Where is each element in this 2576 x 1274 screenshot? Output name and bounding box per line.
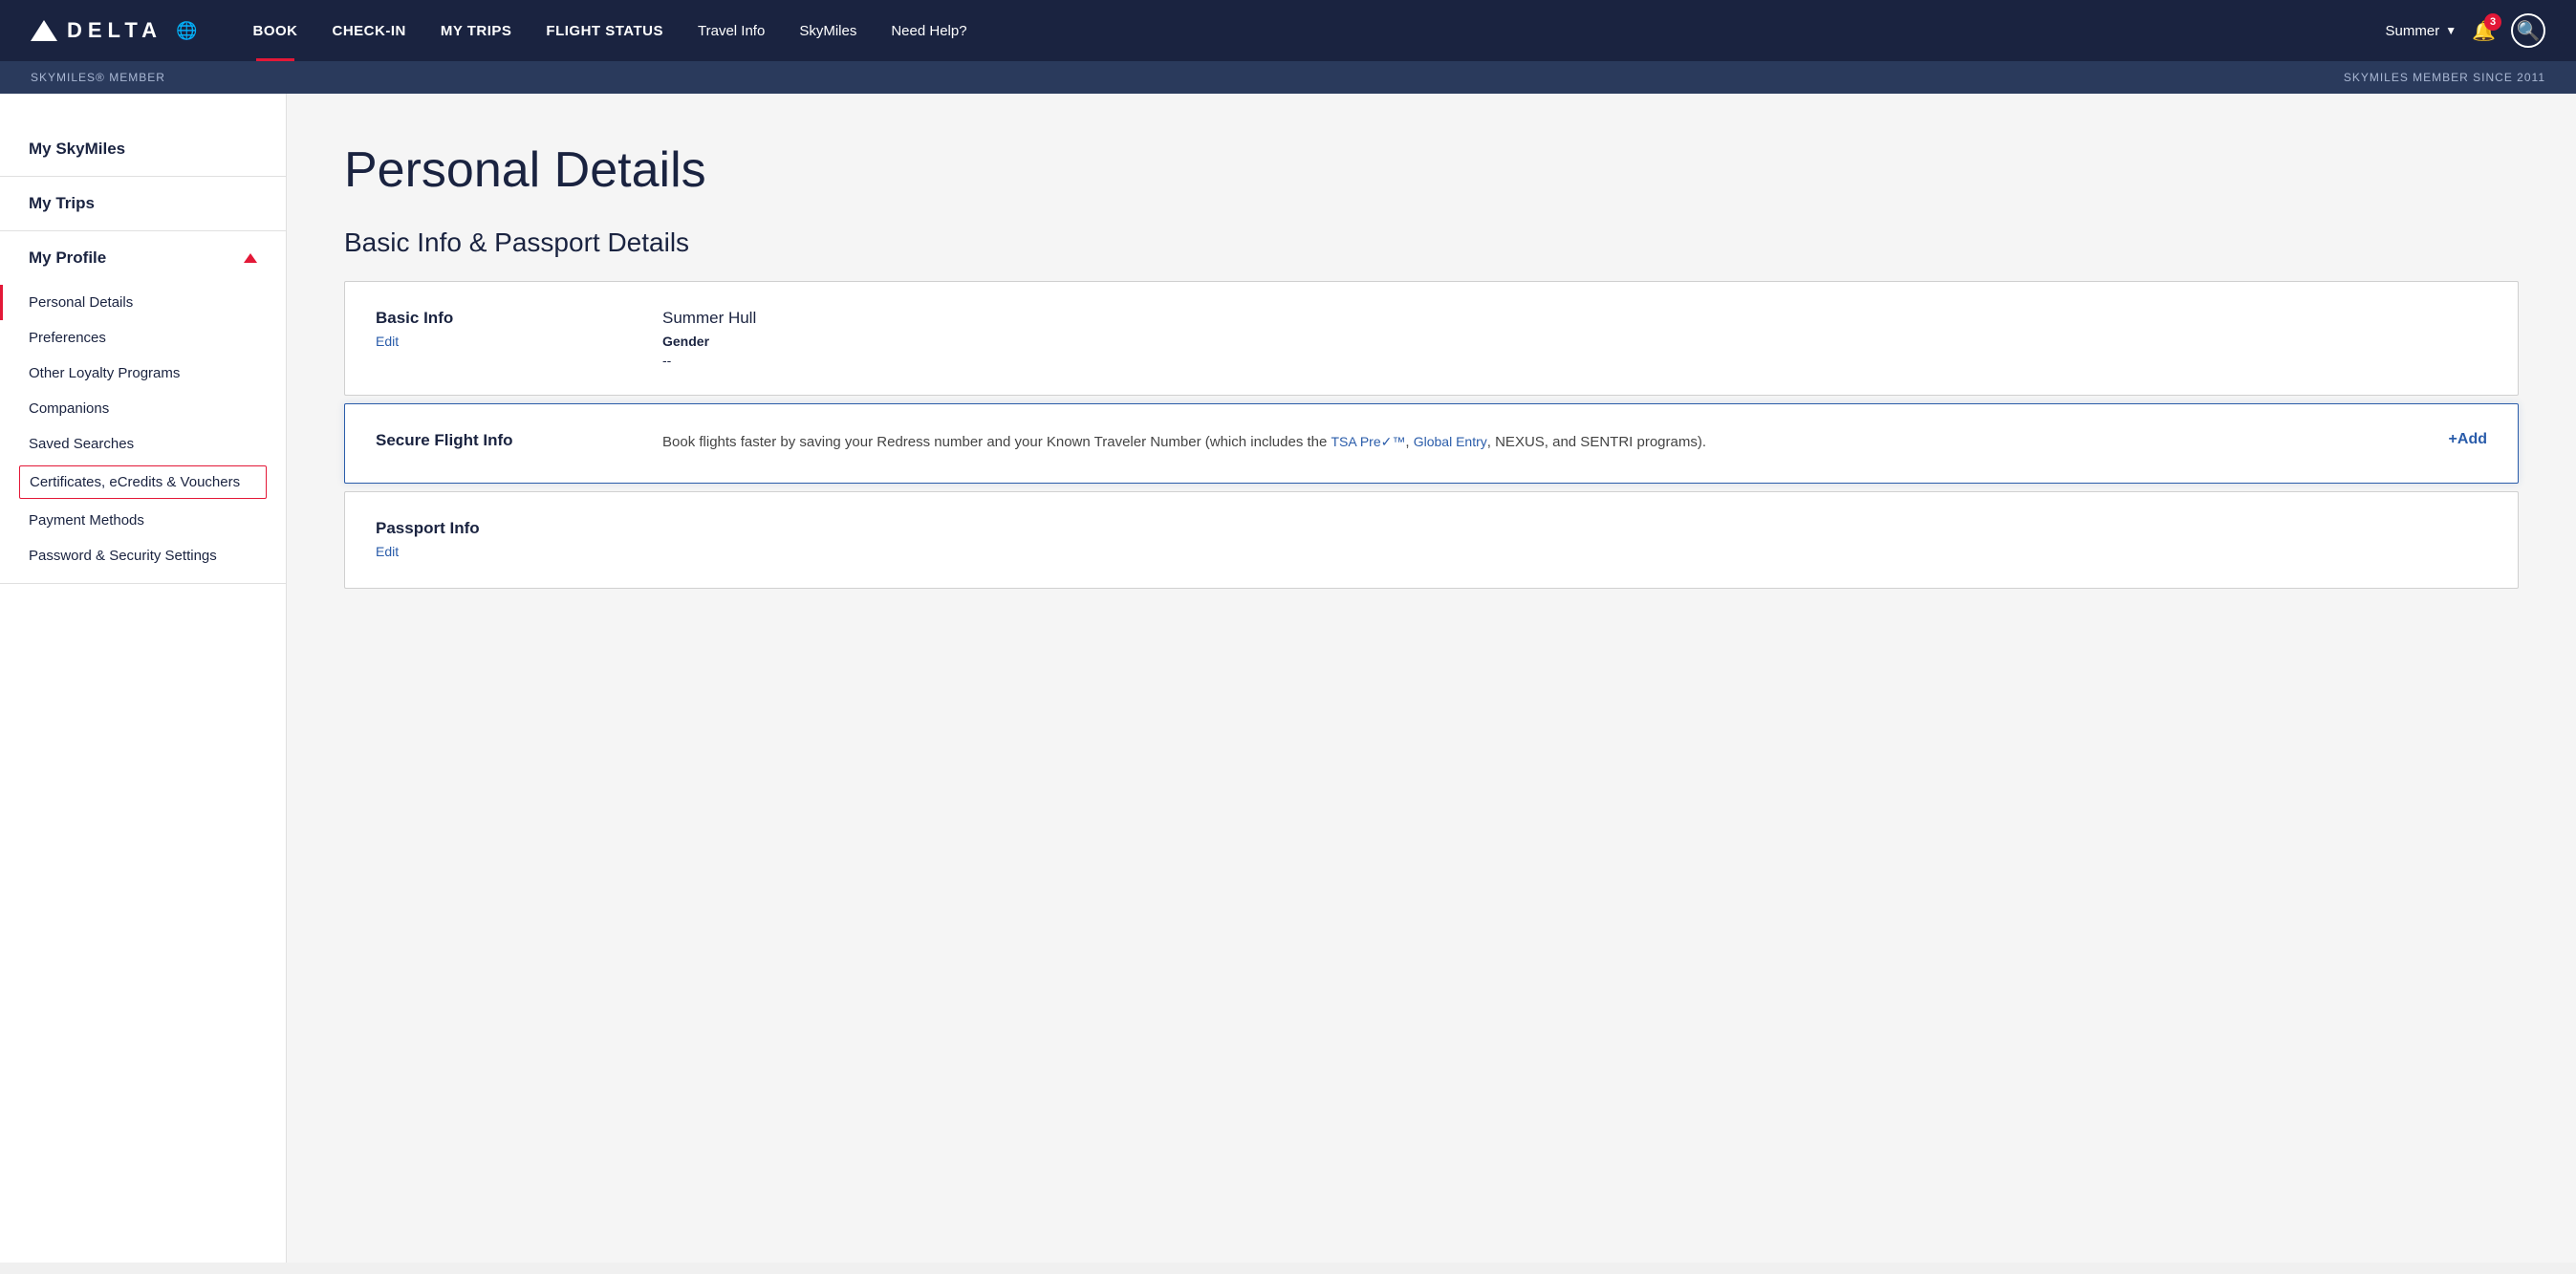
sub-banner: SKYMILES® MEMBER SKYMILES MEMBER SINCE 2… — [0, 61, 2576, 94]
secure-flight-card: Secure Flight Info Book flights faster b… — [344, 403, 2519, 484]
nav-travelinfo[interactable]: Travel Info — [681, 0, 782, 61]
basic-info-edit-link[interactable]: Edit — [376, 334, 399, 349]
tsa-precheck-link[interactable]: TSA Pre✓™ — [1331, 434, 1406, 449]
passport-label-col: Passport Info Edit — [376, 519, 586, 561]
section-title: Basic Info & Passport Details — [344, 227, 2519, 258]
nav-book[interactable]: BOOK — [235, 0, 314, 61]
sidebar-item-password[interactable]: Password & Security Settings — [0, 538, 286, 573]
search-button[interactable]: 🔍 — [2511, 13, 2545, 48]
logo-text: DELTA — [67, 18, 162, 43]
nav-skymiles[interactable]: SkyMiles — [782, 0, 874, 61]
basic-info-content: Summer Hull Gender -- — [586, 309, 2487, 368]
basic-info-label: Basic Info — [376, 309, 586, 328]
content-area: Personal Details Basic Info & Passport D… — [287, 94, 2576, 1263]
basic-info-label-col: Basic Info Edit — [376, 309, 586, 351]
skymiles-member-label: SKYMILES® MEMBER — [31, 71, 165, 84]
sidebar-profile-toggle[interactable]: My Profile — [0, 231, 286, 285]
nav-right-controls: Summer ▼ 🔔 3 🔍 — [2386, 13, 2545, 48]
top-navigation: DELTA 🌐 BOOK CHECK-IN MY TRIPS FLIGHT ST… — [0, 0, 2576, 61]
chevron-up-icon — [244, 253, 257, 263]
global-entry-link[interactable]: Global Entry — [1414, 434, 1487, 449]
skymiles-since-label: SKYMILES MEMBER SINCE 2011 — [2344, 71, 2545, 84]
passport-label: Passport Info — [376, 519, 586, 538]
logo-area[interactable]: DELTA 🌐 — [31, 18, 197, 43]
secure-flight-label: Secure Flight Info — [376, 431, 586, 450]
sidebar-profile-items: Personal Details Preferences Other Loyal… — [0, 285, 286, 583]
secure-flight-description: Book flights faster by saving your Redre… — [662, 431, 2411, 454]
sidebar-item-saved-searches[interactable]: Saved Searches — [0, 426, 286, 462]
sidebar-profile-label: My Profile — [29, 248, 106, 268]
secure-flight-content: Book flights faster by saving your Redre… — [586, 431, 2411, 454]
sidebar-item-personal-details[interactable]: Personal Details — [0, 285, 286, 320]
sidebar-skymiles-section: My SkyMiles — [0, 122, 286, 176]
gender-value: -- — [662, 353, 2487, 368]
secure-flight-actions: +Add — [2411, 431, 2487, 448]
sidebar-item-preferences[interactable]: Preferences — [0, 320, 286, 356]
search-icon: 🔍 — [2517, 19, 2541, 43]
secure-flight-label-col: Secure Flight Info — [376, 431, 586, 456]
page-title: Personal Details — [344, 141, 2519, 199]
sidebar-item-skymiles[interactable]: My SkyMiles — [29, 122, 257, 176]
delta-triangle-icon — [31, 20, 57, 41]
user-menu[interactable]: Summer ▼ — [2386, 23, 2457, 39]
gender-label: Gender — [662, 334, 2487, 349]
sidebar: My SkyMiles My Trips My Profile Personal… — [0, 94, 287, 1263]
sidebar-item-certificates[interactable]: Certificates, eCredits & Vouchers — [19, 465, 267, 499]
passport-edit-link[interactable]: Edit — [376, 544, 399, 559]
sidebar-item-payment[interactable]: Payment Methods — [0, 503, 286, 538]
nav-mytrips[interactable]: MY TRIPS — [423, 0, 530, 61]
main-container: My SkyMiles My Trips My Profile Personal… — [0, 94, 2576, 1263]
nav-checkin[interactable]: CHECK-IN — [314, 0, 422, 61]
dropdown-icon: ▼ — [2445, 24, 2457, 37]
user-full-name: Summer Hull — [662, 309, 2487, 328]
sidebar-item-loyalty[interactable]: Other Loyalty Programs — [0, 356, 286, 391]
secure-flight-add-link[interactable]: +Add — [2449, 431, 2487, 448]
sidebar-item-mytrips[interactable]: My Trips — [29, 177, 257, 230]
sidebar-trips-section: My Trips — [0, 177, 286, 230]
nav-flightstatus[interactable]: FLIGHT STATUS — [529, 0, 681, 61]
globe-icon: 🌐 — [176, 21, 197, 41]
notifications-bell[interactable]: 🔔 3 — [2472, 19, 2496, 43]
primary-nav-links: BOOK CHECK-IN MY TRIPS FLIGHT STATUS Tra… — [235, 0, 2385, 61]
basic-info-card: Basic Info Edit Summer Hull Gender -- — [344, 281, 2519, 396]
user-name-label: Summer — [2386, 23, 2440, 39]
nav-needhelp[interactable]: Need Help? — [874, 0, 984, 61]
notification-badge: 3 — [2484, 13, 2501, 31]
passport-info-card: Passport Info Edit — [344, 491, 2519, 589]
sidebar-item-companions[interactable]: Companions — [0, 391, 286, 426]
